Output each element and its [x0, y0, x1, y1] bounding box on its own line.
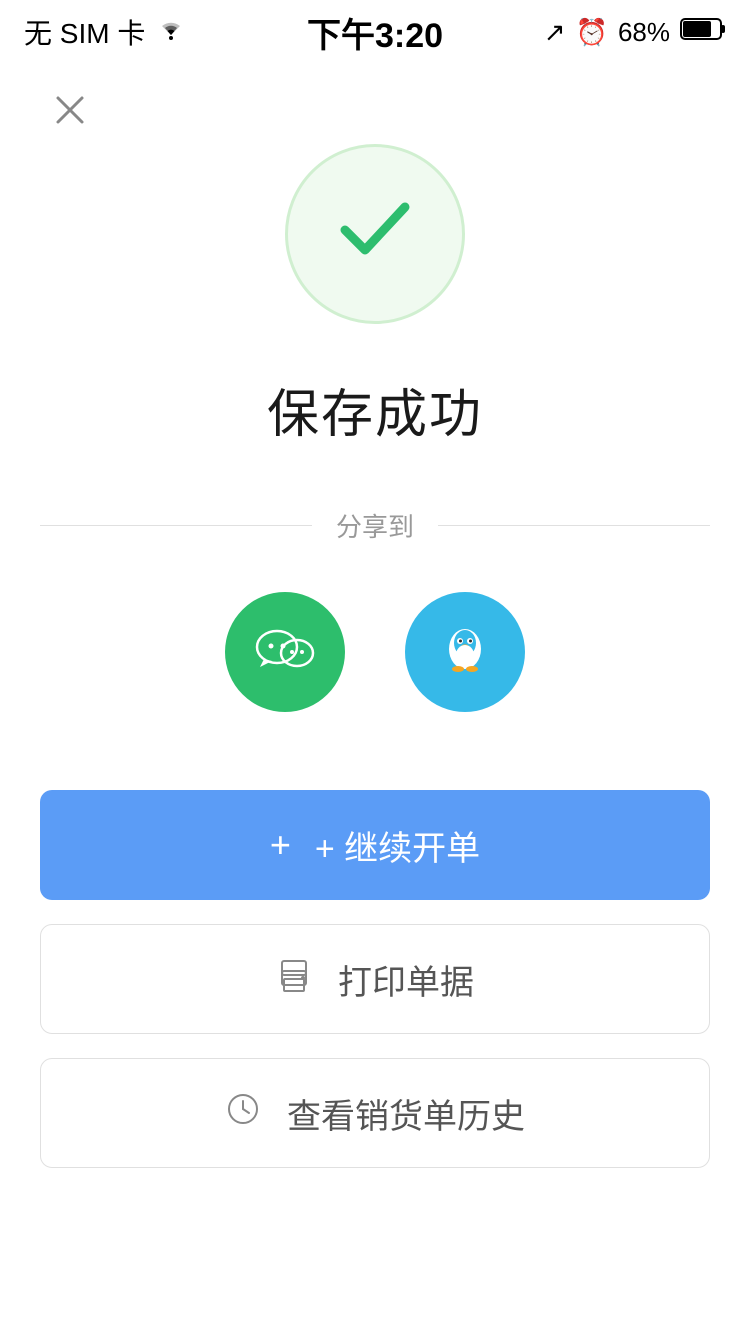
history-label: 查看销货单历史	[287, 1089, 525, 1138]
print-button[interactable]: 打印单据	[40, 924, 710, 1034]
close-button[interactable]	[40, 80, 100, 140]
wifi-icon	[155, 16, 187, 48]
status-bar: 无 SIM 卡 下午3:20 ↗ ⏰ 68%	[0, 0, 750, 64]
continue-order-button[interactable]: + + 继续开单	[40, 790, 710, 900]
success-title: 保存成功	[267, 372, 483, 447]
status-left: 无 SIM 卡	[24, 12, 187, 52]
share-section: 分享到	[0, 507, 750, 712]
alarm-icon: ⏰	[576, 17, 608, 48]
share-icons	[225, 592, 525, 712]
status-time: 下午3:20	[307, 8, 443, 57]
actions: + + 继续开单 打印单据 查看销货单	[0, 790, 750, 1168]
sim-text: 无 SIM 卡	[24, 12, 145, 52]
share-wechat-button[interactable]	[225, 592, 345, 712]
status-right: ↗ ⏰ 68%	[544, 17, 726, 48]
print-icon	[276, 957, 312, 1002]
battery-icon	[680, 17, 726, 48]
history-button[interactable]: 查看销货单历史	[40, 1058, 710, 1168]
continue-order-label: + 继续开单	[315, 821, 480, 870]
divider-right	[438, 525, 710, 526]
print-label: 打印单据	[338, 955, 474, 1004]
plus-icon: +	[270, 824, 291, 866]
divider-left	[40, 525, 312, 526]
location-icon: ↗	[544, 17, 566, 48]
checkmark-icon	[330, 182, 420, 287]
main-content: 保存成功 分享到	[0, 64, 750, 1334]
share-label: 分享到	[312, 507, 438, 544]
success-circle	[285, 144, 465, 324]
share-qq-button[interactable]	[405, 592, 525, 712]
divider-row: 分享到	[0, 507, 750, 544]
battery-text: 68%	[618, 17, 670, 48]
clock-icon	[225, 1091, 261, 1136]
